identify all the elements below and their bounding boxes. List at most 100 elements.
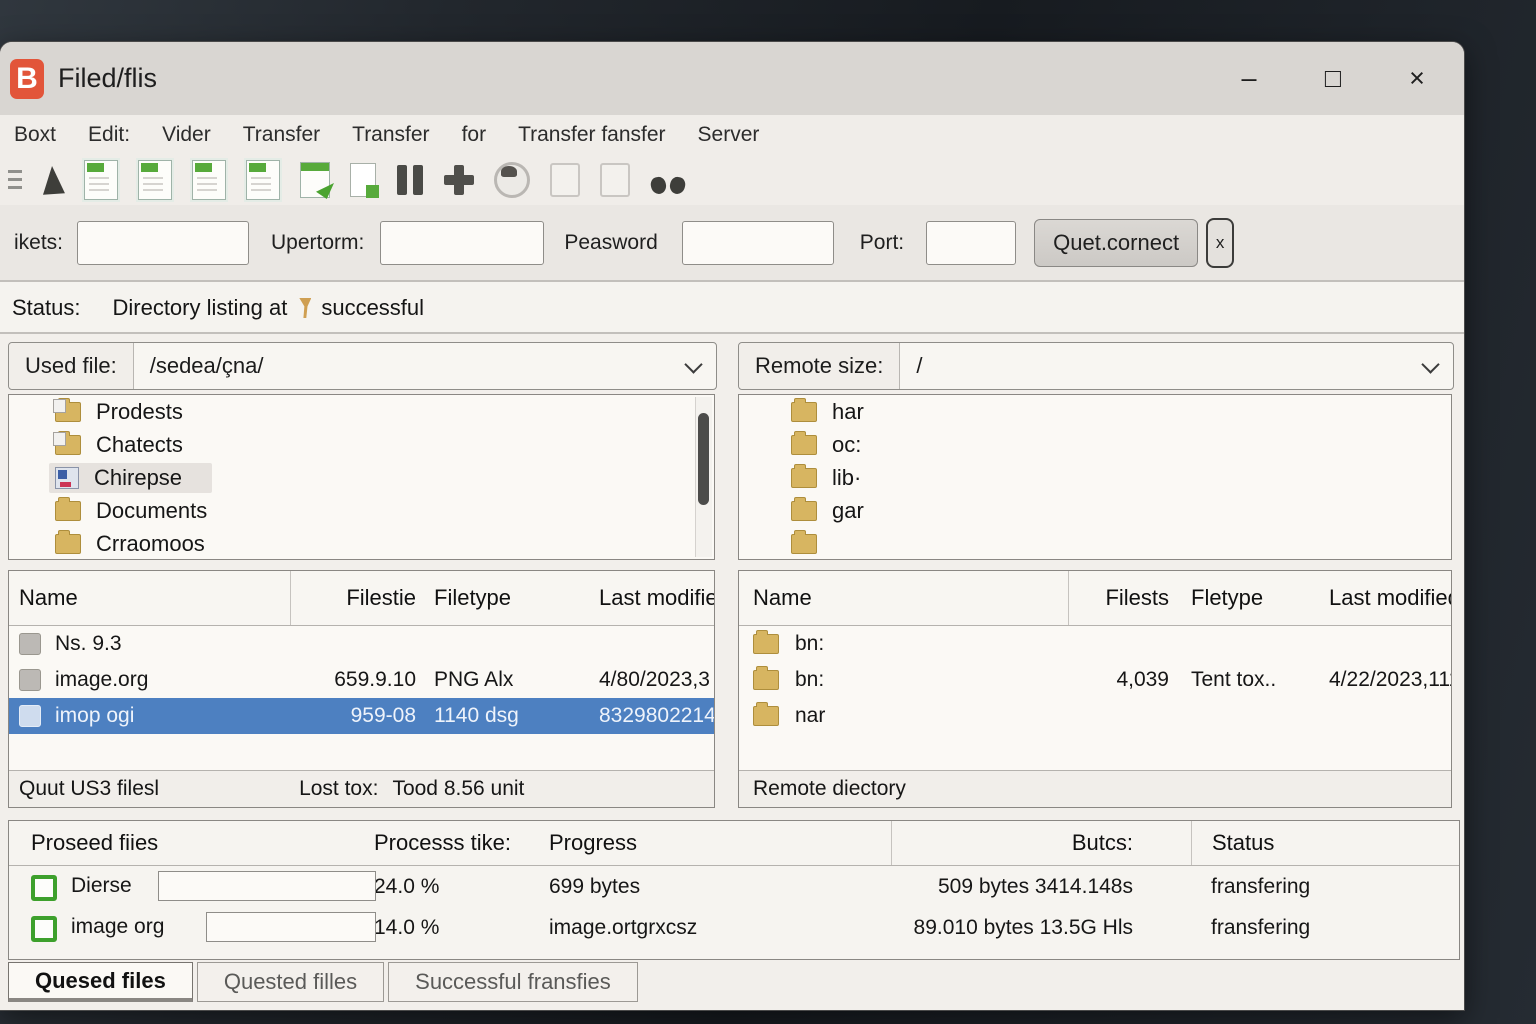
- queue-bytes: 89.010 bytes 13.5G Hls: [913, 915, 1133, 939]
- username-input[interactable]: [380, 220, 545, 265]
- file-row[interactable]: image.org 659.9.10 PNG Alx 4/80/2023,3 4…: [9, 662, 714, 698]
- column-header-name[interactable]: Name: [739, 571, 1069, 625]
- host-input[interactable]: [77, 220, 250, 265]
- column-header-modified[interactable]: Last modified: [1299, 585, 1451, 611]
- tree-item[interactable]: Chatects: [9, 428, 714, 461]
- quickconnect-button[interactable]: Quet.cornect: [1034, 218, 1199, 267]
- file-row[interactable]: nar: [739, 698, 1451, 734]
- compare-icon[interactable]: [396, 165, 424, 195]
- local-path-label: Used file:: [9, 343, 134, 389]
- transfer-queue: Proseed fiies Processs tike: Progress Bu…: [8, 820, 1460, 960]
- folder-icon: [791, 397, 817, 422]
- menu-item-edit[interactable]: Edit:: [88, 123, 130, 147]
- tab-failed-transfers[interactable]: Quested filles: [196, 962, 385, 1002]
- menu-lines-icon[interactable]: [8, 170, 22, 190]
- folder-icon: [753, 630, 779, 654]
- app-logo-icon: B: [10, 58, 44, 99]
- port-input[interactable]: [926, 220, 1017, 265]
- logview-icon[interactable]: [138, 160, 172, 200]
- password-input[interactable]: [681, 220, 834, 265]
- menu-item-view[interactable]: Vider: [162, 123, 211, 147]
- remotetree-icon[interactable]: [246, 160, 280, 200]
- queue-row[interactable]: Dierse 24.0 % 699 bytes 509 bytes 3414.1…: [9, 866, 1459, 907]
- queue-detail: 699 bytes: [549, 874, 641, 898]
- localtree-icon[interactable]: [192, 160, 226, 200]
- file-row[interactable]: Ns. 9.3: [9, 626, 714, 662]
- column-header-name[interactable]: Name: [9, 571, 291, 625]
- tree-item[interactable]: oc:: [739, 428, 1451, 461]
- remote-path-combo[interactable]: Remote size: /: [738, 342, 1454, 390]
- sync-browse-icon[interactable]: [444, 165, 474, 195]
- tree-item-selected[interactable]: Chirepse: [9, 461, 714, 494]
- toolbar: [0, 155, 1464, 206]
- column-header-modified[interactable]: Last modified: [561, 585, 714, 611]
- chevron-down-icon[interactable]: [684, 354, 703, 374]
- column-header-status[interactable]: Status: [1191, 821, 1459, 865]
- local-path-combo[interactable]: Used file: /sedea/çna/: [8, 342, 717, 390]
- file-row[interactable]: bn: 4,039 Tent tox.. 4/22/2023,1114 4: [739, 662, 1451, 698]
- folder-icon: [791, 463, 817, 488]
- local-path-value[interactable]: /sedea/çna/: [134, 353, 687, 379]
- tab-queued-files[interactable]: Quesed files: [8, 962, 193, 1002]
- port-label: Port:: [859, 230, 905, 254]
- maximize-icon[interactable]: □: [1316, 63, 1350, 94]
- menu-bar: Boxt Edit: Vider Transfer Transfer for T…: [0, 115, 1464, 155]
- tree-item[interactable]: gar: [739, 494, 1451, 527]
- queue-detail: image.ortgrxcsz: [549, 915, 698, 939]
- file-modified: 4/80/2023,3 44: [599, 668, 714, 691]
- menu-item-transfer-fansfer[interactable]: Transfer fansfer: [518, 123, 665, 147]
- tree-item[interactable]: lib·: [739, 461, 1451, 494]
- doc-outline-icon-2[interactable]: [600, 163, 630, 197]
- status-row: Status: Directory listing at successful: [0, 280, 1464, 334]
- queue-file-icon[interactable]: [350, 163, 379, 198]
- file-row[interactable]: bn:: [739, 626, 1451, 662]
- tree-item[interactable]: har: [739, 395, 1451, 428]
- binoculars-icon[interactable]: [650, 166, 686, 194]
- tree-item-label: Prodests: [96, 398, 183, 424]
- menu-item-for[interactable]: for: [462, 123, 487, 147]
- queue-row[interactable]: image org 14.0 % image.ortgrxcsz 89.010 …: [9, 907, 1459, 948]
- queue-checkbox[interactable]: [31, 916, 57, 942]
- tree-item[interactable]: [739, 527, 1451, 559]
- progress-bar: [206, 912, 376, 942]
- globe-icon[interactable]: [494, 162, 530, 198]
- queue-checkbox[interactable]: [31, 875, 57, 901]
- remote-path-label: Remote size:: [739, 343, 901, 389]
- menu-item-file[interactable]: Boxt: [14, 123, 56, 147]
- refresh-icon[interactable]: [300, 162, 330, 198]
- remote-list-header: Name Filests Fletype Last modified: [739, 571, 1451, 626]
- tree-item[interactable]: Prodests: [9, 395, 714, 428]
- tree-item[interactable]: Crraomoos: [9, 527, 714, 559]
- tree-item-label: lib·: [832, 464, 862, 490]
- footer-size-value: Tood 8.56 unit: [392, 777, 525, 800]
- file-row-selected[interactable]: imop ogi 959-08 1140 dsg 8329802214H: [9, 698, 714, 734]
- queue-status: fransfering: [1211, 874, 1311, 898]
- tree-item[interactable]: Documents: [9, 494, 714, 527]
- column-header-time[interactable]: Processs tike:: [374, 830, 527, 856]
- column-header-type[interactable]: Filetype: [416, 585, 561, 611]
- close-icon[interactable]: ×: [1400, 63, 1434, 94]
- scrollbar[interactable]: [695, 397, 712, 557]
- scrollbar-thumb[interactable]: [698, 413, 709, 505]
- site-manager-icon[interactable]: [84, 160, 118, 200]
- column-header-files[interactable]: Proseed fiies: [9, 830, 374, 856]
- column-header-progress[interactable]: Progress: [527, 830, 891, 856]
- menu-item-transfer-1[interactable]: Transfer: [243, 123, 320, 147]
- column-header-size[interactable]: Filests: [1069, 585, 1169, 611]
- minimize-icon[interactable]: –: [1232, 63, 1266, 94]
- doc-outline-icon-1[interactable]: [550, 163, 580, 197]
- tab-successful-transfers[interactable]: Successful fransfies: [388, 962, 638, 1002]
- quickconnect-dropdown-button[interactable]: x: [1206, 217, 1235, 268]
- file-size: 4,039: [1116, 668, 1169, 691]
- column-header-size[interactable]: Filestie: [291, 585, 416, 611]
- menu-item-transfer-2[interactable]: Transfer: [352, 123, 429, 147]
- column-header-type[interactable]: Fletype: [1169, 585, 1299, 611]
- column-header-bytes[interactable]: Butcs:: [891, 821, 1191, 865]
- menu-item-server[interactable]: Server: [698, 123, 760, 147]
- status-message: Directory listing at: [112, 295, 288, 320]
- folder-icon: [55, 529, 81, 554]
- queue-header: Proseed fiies Processs tike: Progress Bu…: [9, 821, 1459, 866]
- remote-path-value[interactable]: /: [900, 353, 1424, 379]
- chevron-down-icon[interactable]: [1421, 354, 1440, 374]
- rocket-icon[interactable]: [41, 165, 65, 195]
